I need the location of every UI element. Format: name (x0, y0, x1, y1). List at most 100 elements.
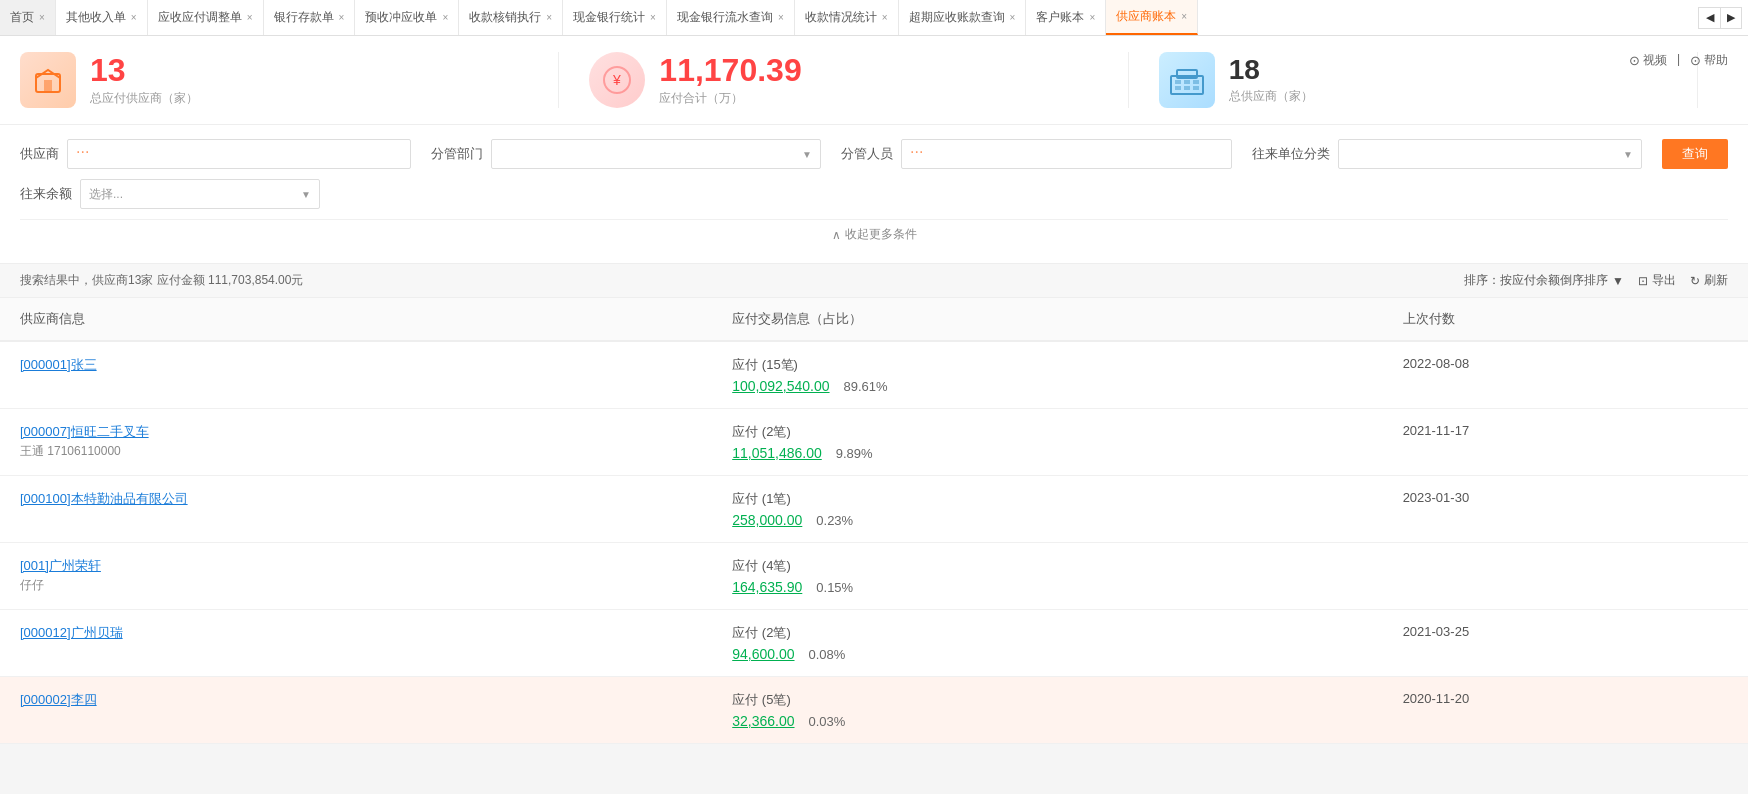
nav-tab-adjust-close[interactable]: × (247, 12, 253, 23)
trans-amount-1[interactable]: 11,051,486.00 (732, 445, 822, 461)
help-link[interactable]: ⊙ 帮助 (1690, 52, 1728, 69)
svg-text:¥: ¥ (612, 72, 621, 88)
collapse-chevron-icon: ∧ (832, 228, 841, 242)
nav-arrows: ◀ ▶ (1692, 7, 1748, 29)
nav-tab-income-close[interactable]: × (131, 12, 137, 23)
filter-item-dept: 分管部门 ▼ (431, 139, 822, 169)
nav-arrow-right[interactable]: ▶ (1720, 7, 1742, 29)
col-header-supplier-text: 供应商信息 (20, 311, 85, 326)
nav-tab-overdue[interactable]: 超期应收账款查询 × (899, 0, 1027, 35)
svg-rect-8 (1175, 86, 1181, 90)
lastpay-cell-1: 2021-11-17 (1383, 409, 1748, 476)
filter-unit-type-label: 往来单位分类 (1252, 145, 1330, 163)
filter-balance-label: 往来余额 (20, 185, 72, 203)
nav-tab-adjust[interactable]: 应收应付调整单 × (148, 0, 264, 35)
col-header-trans-text: 应付交易信息（占比） (732, 311, 862, 326)
nav-tab-supplierbook-close[interactable]: × (1181, 11, 1187, 22)
lastpay-cell-3 (1383, 543, 1748, 610)
collapse-button[interactable]: ∧ 收起更多条件 (20, 219, 1728, 249)
trans-amount-0[interactable]: 100,092,540.00 (732, 378, 829, 394)
supplier-link-3[interactable]: [001]广州荣轩 (20, 558, 101, 573)
trans-amount-2[interactable]: 258,000.00 (732, 512, 802, 528)
stat-payable-suppliers-content: 13 总应付供应商（家） (90, 54, 198, 107)
nav-tab-cashstat[interactable]: 现金银行统计 × (563, 0, 667, 35)
trans-info-0: 应付 (15笔) 100,092,540.00 89.61% (732, 356, 1362, 394)
trans-label-1: 应付 (2笔) (732, 424, 791, 439)
export-button[interactable]: ⊡ 导出 (1638, 272, 1676, 289)
trans-label-0: 应付 (15笔) (732, 357, 798, 372)
nav-tab-supplierbook[interactable]: 供应商账本 × (1106, 0, 1198, 35)
svg-rect-7 (1193, 80, 1199, 84)
filter-dept-select[interactable]: ▼ (491, 139, 822, 169)
balance-placeholder: 选择... (89, 186, 123, 203)
nav-tab-overdue-close[interactable]: × (1010, 12, 1016, 23)
table-row: [000007]恒旺二手叉车王通 17106110000 应付 (2笔) 11,… (0, 409, 1748, 476)
filter-balance-select[interactable]: 选择... ▼ (80, 179, 320, 209)
payable-amount-number: 11,170.39 (659, 54, 801, 86)
nav-tab-receiptstat-close[interactable]: × (882, 12, 888, 23)
nav-tab-overdue-label: 超期应收账款查询 (909, 9, 1005, 26)
nav-tab-supplierbook-label: 供应商账本 (1116, 8, 1176, 25)
nav-tab-custbook[interactable]: 客户账本 × (1026, 0, 1106, 35)
trans-amount-4[interactable]: 94,600.00 (732, 646, 794, 662)
nav-tab-cashstat-close[interactable]: × (650, 12, 656, 23)
supplier-link-4[interactable]: [000012]广州贝瑞 (20, 625, 123, 640)
nav-tab-home-close[interactable]: × (39, 12, 45, 23)
trans-info-1: 应付 (2笔) 11,051,486.00 9.89% (732, 423, 1362, 461)
nav-tab-receipt-close[interactable]: × (546, 12, 552, 23)
nav-arrow-left[interactable]: ◀ (1698, 7, 1720, 29)
nav-tab-home-label: 首页 (10, 9, 34, 26)
nav-tab-cashflow[interactable]: 现金银行流水查询 × (667, 0, 795, 35)
supplier-sub-1: 王通 17106110000 (20, 443, 692, 460)
filter-unit-type-select[interactable]: ▼ (1338, 139, 1643, 169)
stat-card-total-suppliers: 18 总供应商（家） (1159, 52, 1698, 108)
sort-chevron-icon: ▼ (1612, 274, 1624, 288)
nav-tab-cashflow-label: 现金银行流水查询 (677, 9, 773, 26)
trans-pct-5: 0.03% (809, 714, 846, 729)
supplier-link-2[interactable]: [000100]本特勤油品有限公司 (20, 491, 188, 506)
stat-card-payable-suppliers: 13 总应付供应商（家） (20, 52, 559, 108)
filter-item-supplier: 供应商 ··· (20, 139, 411, 169)
video-icon: ⊙ (1629, 53, 1640, 68)
col-header-trans: 应付交易信息（占比） (712, 298, 1382, 341)
payable-suppliers-label: 总应付供应商（家） (90, 90, 198, 107)
supplier-ellipsis-icon: ··· (76, 143, 89, 161)
nav-tab-income[interactable]: 其他收入单 × (56, 0, 148, 35)
supplier-cell-5: [000002]李四 (0, 677, 712, 744)
trans-amount-3[interactable]: 164,635.90 (732, 579, 802, 595)
nav-tab-bank[interactable]: 银行存款单 × (264, 0, 356, 35)
result-bar: 搜索结果中，供应商13家 应付金额 111,703,854.00元 排序：按应付… (0, 264, 1748, 298)
supplier-sub-3: 仔仔 (20, 577, 692, 594)
trans-pct-4: 0.08% (809, 647, 846, 662)
stat-total-suppliers-content: 18 总供应商（家） (1229, 56, 1313, 105)
filter-supplier-select[interactable]: ··· (67, 139, 411, 169)
nav-tab-prepay-close[interactable]: × (442, 12, 448, 23)
lastpay-cell-5: 2020-11-20 (1383, 677, 1748, 744)
trans-label-4: 应付 (2笔) (732, 625, 791, 640)
nav-tab-prepay[interactable]: 预收冲应收单 × (355, 0, 459, 35)
trans-cell-2: 应付 (1笔) 258,000.00 0.23% (712, 476, 1382, 543)
svg-rect-9 (1184, 86, 1190, 90)
nav-tab-bank-close[interactable]: × (339, 12, 345, 23)
nav-tab-home[interactable]: 首页 × (0, 0, 56, 35)
refresh-button[interactable]: ↻ 刷新 (1690, 272, 1728, 289)
filter-person-select[interactable]: ··· (901, 139, 1232, 169)
video-link[interactable]: ⊙ 视频 (1629, 52, 1667, 69)
nav-tab-receipt[interactable]: 收款核销执行 × (459, 0, 563, 35)
sort-dropdown[interactable]: 排序：按应付余额倒序排序 ▼ (1464, 272, 1624, 289)
supplier-link-1[interactable]: [000007]恒旺二手叉车 (20, 424, 149, 439)
data-table-wrapper: 供应商信息 应付交易信息（占比） 上次付数 [000001]张三 应付 (15笔… (0, 298, 1748, 744)
trans-label-5: 应付 (5笔) (732, 692, 791, 707)
supplier-cell-2: [000100]本特勤油品有限公司 (0, 476, 712, 543)
navigation-bar: 首页 × 其他收入单 × 应收应付调整单 × 银行存款单 × 预收冲应收单 × … (0, 0, 1748, 36)
trans-pct-2: 0.23% (816, 513, 853, 528)
supplier-link-0[interactable]: [000001]张三 (20, 357, 97, 372)
search-button[interactable]: 查询 (1662, 139, 1728, 169)
nav-tab-cashflow-close[interactable]: × (778, 12, 784, 23)
nav-tab-income-label: 其他收入单 (66, 9, 126, 26)
trans-amount-5[interactable]: 32,366.00 (732, 713, 794, 729)
nav-tab-receiptstat[interactable]: 收款情况统计 × (795, 0, 899, 35)
nav-tab-custbook-close[interactable]: × (1089, 12, 1095, 23)
supplier-link-5[interactable]: [000002]李四 (20, 692, 97, 707)
balance-chevron-icon: ▼ (301, 189, 311, 200)
